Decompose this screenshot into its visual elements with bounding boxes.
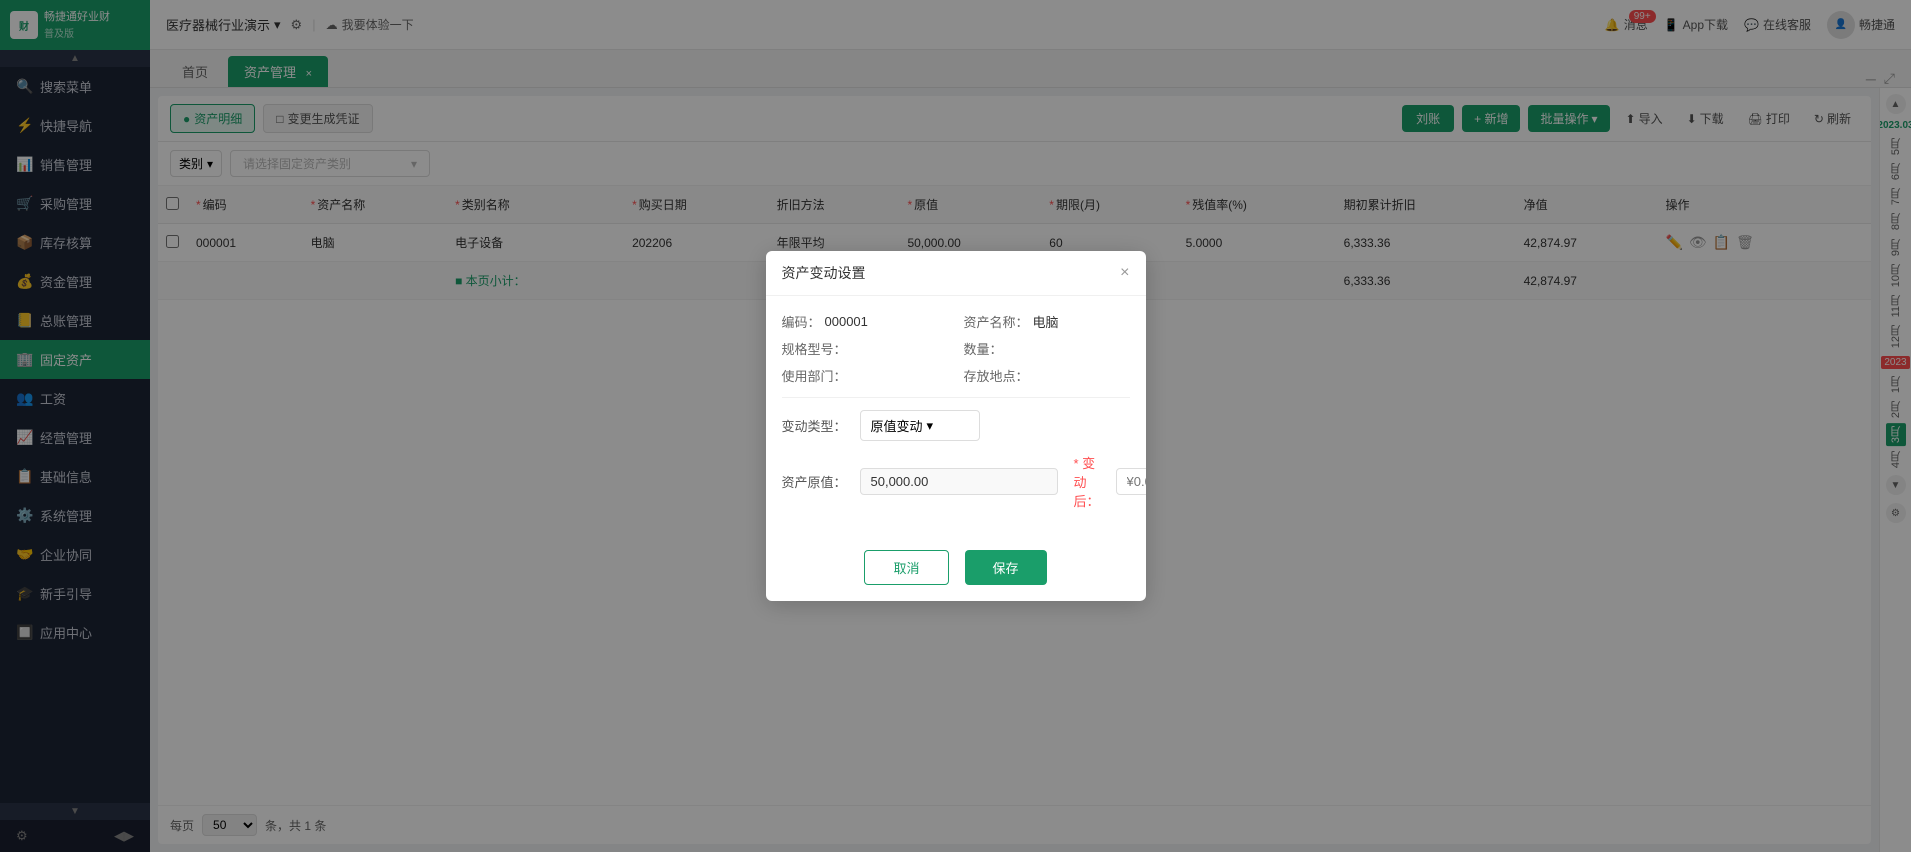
modal-title: 资产变动设置 bbox=[782, 263, 866, 283]
modal-spec-label: 规格型号： bbox=[782, 339, 847, 358]
after-change-input[interactable] bbox=[1116, 468, 1146, 495]
modal-department-label: 使用部门： bbox=[782, 366, 847, 385]
modal-close-btn[interactable]: × bbox=[1120, 264, 1129, 282]
modal-code-item: 编码： 000001 bbox=[782, 312, 948, 331]
asset-value-label: 资产原值： bbox=[782, 472, 852, 491]
modal-divider bbox=[782, 397, 1130, 398]
modal-code-value: 000001 bbox=[825, 314, 868, 329]
modal-spec-item: 规格型号： bbox=[782, 339, 948, 358]
change-type-arrow: ▾ bbox=[927, 418, 934, 434]
modal-asset-name-value: 电脑 bbox=[1033, 312, 1059, 331]
asset-value-row: 资产原值： * 变动后： bbox=[782, 453, 1130, 510]
modal-overlay: 资产变动设置 × 编码： 000001 资产名称： 电脑 规格型号： 数量： bbox=[0, 0, 1911, 852]
modal-footer: 取消 保存 bbox=[766, 538, 1146, 601]
modal-quantity-label: 数量： bbox=[964, 339, 1003, 358]
asset-change-modal: 资产变动设置 × 编码： 000001 资产名称： 电脑 规格型号： 数量： bbox=[766, 251, 1146, 601]
modal-asset-name-label: 资产名称： bbox=[964, 312, 1029, 331]
save-btn[interactable]: 保存 bbox=[965, 550, 1047, 585]
change-type-value: 原值变动 bbox=[871, 416, 923, 435]
modal-quantity-item: 数量： bbox=[964, 339, 1130, 358]
change-type-label: 变动类型： bbox=[782, 416, 852, 435]
modal-location-label: 存放地点： bbox=[964, 366, 1029, 385]
modal-asset-name-item: 资产名称： 电脑 bbox=[964, 312, 1130, 331]
asset-value-input bbox=[860, 468, 1058, 495]
modal-location-item: 存放地点： bbox=[964, 366, 1130, 385]
after-change-label: * 变动后： bbox=[1074, 453, 1100, 510]
change-type-row: 变动类型： 原值变动 ▾ bbox=[782, 410, 1130, 441]
modal-body: 编码： 000001 资产名称： 电脑 规格型号： 数量： 使用部门： bbox=[766, 296, 1146, 538]
modal-header: 资产变动设置 × bbox=[766, 251, 1146, 296]
cancel-btn[interactable]: 取消 bbox=[864, 550, 948, 585]
modal-department-item: 使用部门： bbox=[782, 366, 948, 385]
modal-info-grid: 编码： 000001 资产名称： 电脑 规格型号： 数量： 使用部门： bbox=[782, 312, 1130, 385]
change-type-select[interactable]: 原值变动 ▾ bbox=[860, 410, 980, 441]
modal-code-label: 编码： bbox=[782, 312, 821, 331]
